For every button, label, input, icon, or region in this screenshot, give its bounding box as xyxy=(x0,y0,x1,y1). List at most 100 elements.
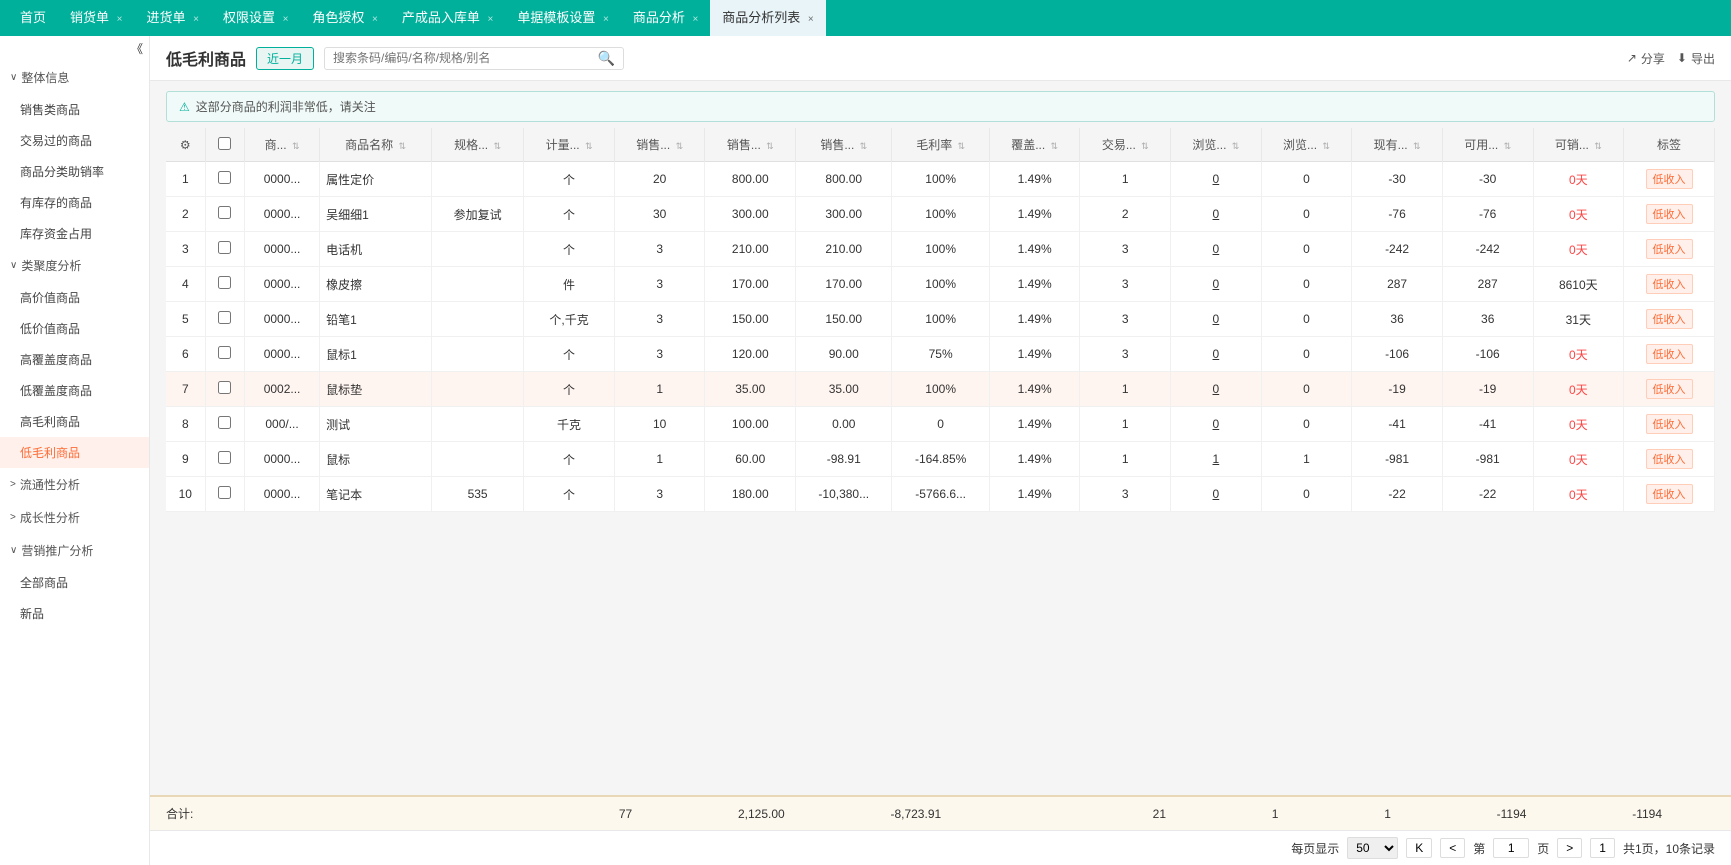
close-icon[interactable]: × xyxy=(283,14,289,25)
search-input[interactable] xyxy=(333,51,598,65)
sidebar-item-high-coverage[interactable]: 高覆盖度商品 xyxy=(0,344,149,375)
sidebar-item-low-profit[interactable]: 低毛利商品 xyxy=(0,437,149,468)
col-available[interactable]: 可用... ⇅ xyxy=(1442,128,1533,162)
close-icon[interactable]: × xyxy=(692,14,698,25)
view1-link[interactable]: 0 xyxy=(1213,417,1220,431)
row-select-checkbox[interactable] xyxy=(218,206,231,219)
nav-purchase[interactable]: 进货单 × xyxy=(134,0,210,36)
nav-product-entry[interactable]: 产成品入库单 × xyxy=(390,0,505,36)
nav-home[interactable]: 首页 xyxy=(8,0,58,36)
row-view1[interactable]: 0 xyxy=(1171,337,1262,372)
sidebar-collapse-button[interactable]: 《 xyxy=(0,36,149,61)
row-select-checkbox[interactable] xyxy=(218,451,231,464)
row-checkbox[interactable] xyxy=(205,407,244,442)
page-number-input[interactable] xyxy=(1493,838,1529,858)
view1-link[interactable]: 1 xyxy=(1213,452,1220,466)
sidebar-item-all-goods[interactable]: 全部商品 xyxy=(0,567,149,598)
first-page-button[interactable]: K xyxy=(1406,838,1432,858)
nav-product-analysis[interactable]: 商品分析 × xyxy=(621,0,710,36)
sidebar-section-growth[interactable]: > 成长性分析 xyxy=(0,501,149,534)
row-checkbox[interactable] xyxy=(205,267,244,302)
nav-analysis-list[interactable]: 商品分析列表 × xyxy=(710,0,825,36)
sidebar-item-stock-capital[interactable]: 库存资金占用 xyxy=(0,218,149,249)
row-select-checkbox[interactable] xyxy=(218,311,231,324)
sidebar-item-new-goods[interactable]: 新品 xyxy=(0,598,149,629)
per-page-select[interactable]: 20 50 100 xyxy=(1347,837,1398,859)
col-view2[interactable]: 浏览... ⇅ xyxy=(1261,128,1352,162)
col-sales-qty[interactable]: 销售... ⇅ xyxy=(614,128,705,162)
row-checkbox[interactable] xyxy=(205,477,244,512)
view1-link[interactable]: 0 xyxy=(1213,487,1220,501)
close-icon[interactable]: × xyxy=(193,14,199,25)
row-checkbox[interactable] xyxy=(205,162,244,197)
row-select-checkbox[interactable] xyxy=(218,381,231,394)
view1-link[interactable]: 0 xyxy=(1213,172,1220,186)
row-checkbox[interactable] xyxy=(205,232,244,267)
col-unit[interactable]: 计量... ⇅ xyxy=(524,128,615,162)
sidebar-item-traded-goods[interactable]: 交易过的商品 xyxy=(0,125,149,156)
row-select-checkbox[interactable] xyxy=(218,416,231,429)
view1-link[interactable]: 0 xyxy=(1213,242,1220,256)
nav-role-auth[interactable]: 角色授权 × xyxy=(300,0,389,36)
row-select-checkbox[interactable] xyxy=(218,346,231,359)
row-checkbox[interactable] xyxy=(205,302,244,337)
col-transaction[interactable]: 交易... ⇅ xyxy=(1080,128,1171,162)
sidebar-section-cluster[interactable]: ∨ 类聚度分析 xyxy=(0,249,149,282)
col-gross-rate[interactable]: 毛利率 ⇅ xyxy=(892,128,989,162)
row-checkbox[interactable] xyxy=(205,442,244,477)
sidebar-section-marketing[interactable]: ∨ 营销推广分析 xyxy=(0,534,149,567)
sidebar-section-overview[interactable]: ∨ 整体信息 xyxy=(0,61,149,94)
nav-template-settings[interactable]: 单据模板设置 × xyxy=(505,0,620,36)
view1-link[interactable]: 0 xyxy=(1213,347,1220,361)
col-sales-profit[interactable]: 销售... ⇅ xyxy=(796,128,892,162)
row-view1[interactable]: 0 xyxy=(1171,407,1262,442)
last-page-button[interactable]: 1 xyxy=(1590,838,1615,858)
col-spec[interactable]: 规格... ⇅ xyxy=(431,128,523,162)
col-name[interactable]: 商品名称 ⇅ xyxy=(320,128,432,162)
export-button[interactable]: ⬇ 导出 xyxy=(1677,50,1715,67)
row-view1[interactable]: 0 xyxy=(1171,477,1262,512)
close-icon[interactable]: × xyxy=(603,14,609,25)
next-page-button[interactable]: > xyxy=(1557,838,1582,858)
row-select-checkbox[interactable] xyxy=(218,276,231,289)
date-filter-button[interactable]: 近一月 xyxy=(256,47,314,70)
row-select-checkbox[interactable] xyxy=(218,486,231,499)
row-checkbox[interactable] xyxy=(205,197,244,232)
sidebar-item-high-profit[interactable]: 高毛利商品 xyxy=(0,406,149,437)
select-all-checkbox[interactable] xyxy=(218,137,231,150)
row-checkbox[interactable] xyxy=(205,337,244,372)
col-sales-amount[interactable]: 销售... ⇅ xyxy=(705,128,796,162)
share-button[interactable]: ↗ 分享 xyxy=(1627,50,1665,67)
sidebar-item-low-value[interactable]: 低价值商品 xyxy=(0,313,149,344)
close-icon[interactable]: × xyxy=(808,14,814,25)
col-sellable[interactable]: 可销... ⇅ xyxy=(1533,128,1624,162)
col-view1[interactable]: 浏览... ⇅ xyxy=(1171,128,1262,162)
row-select-checkbox[interactable] xyxy=(218,171,231,184)
row-view1[interactable]: 0 xyxy=(1171,162,1262,197)
search-icon[interactable]: 🔍 xyxy=(598,50,615,67)
close-icon[interactable]: × xyxy=(372,14,378,25)
row-view1[interactable]: 0 xyxy=(1171,267,1262,302)
sidebar-item-sales-goods[interactable]: 销售类商品 xyxy=(0,94,149,125)
row-view1[interactable]: 1 xyxy=(1171,442,1262,477)
col-coverage[interactable]: 覆盖... ⇅ xyxy=(989,128,1080,162)
close-icon[interactable]: × xyxy=(117,14,123,25)
nav-permissions[interactable]: 权限设置 × xyxy=(211,0,300,36)
row-view1[interactable]: 0 xyxy=(1171,302,1262,337)
sidebar-item-high-value[interactable]: 高价值商品 xyxy=(0,282,149,313)
col-settings[interactable]: ⚙ xyxy=(166,128,205,162)
sidebar-section-liquidity[interactable]: > 流通性分析 xyxy=(0,468,149,501)
row-view1[interactable]: 0 xyxy=(1171,372,1262,407)
close-icon[interactable]: × xyxy=(488,14,494,25)
sidebar-item-category-rate[interactable]: 商品分类助销率 xyxy=(0,156,149,187)
col-code[interactable]: 商... ⇅ xyxy=(244,128,319,162)
view1-link[interactable]: 0 xyxy=(1213,312,1220,326)
row-checkbox[interactable] xyxy=(205,372,244,407)
col-current-stock[interactable]: 现有... ⇅ xyxy=(1352,128,1443,162)
view1-link[interactable]: 0 xyxy=(1213,207,1220,221)
sidebar-item-stocked-goods[interactable]: 有库存的商品 xyxy=(0,187,149,218)
row-view1[interactable]: 0 xyxy=(1171,232,1262,267)
nav-sales[interactable]: 销货单 × xyxy=(58,0,134,36)
view1-link[interactable]: 0 xyxy=(1213,277,1220,291)
prev-page-button[interactable]: < xyxy=(1440,838,1465,858)
